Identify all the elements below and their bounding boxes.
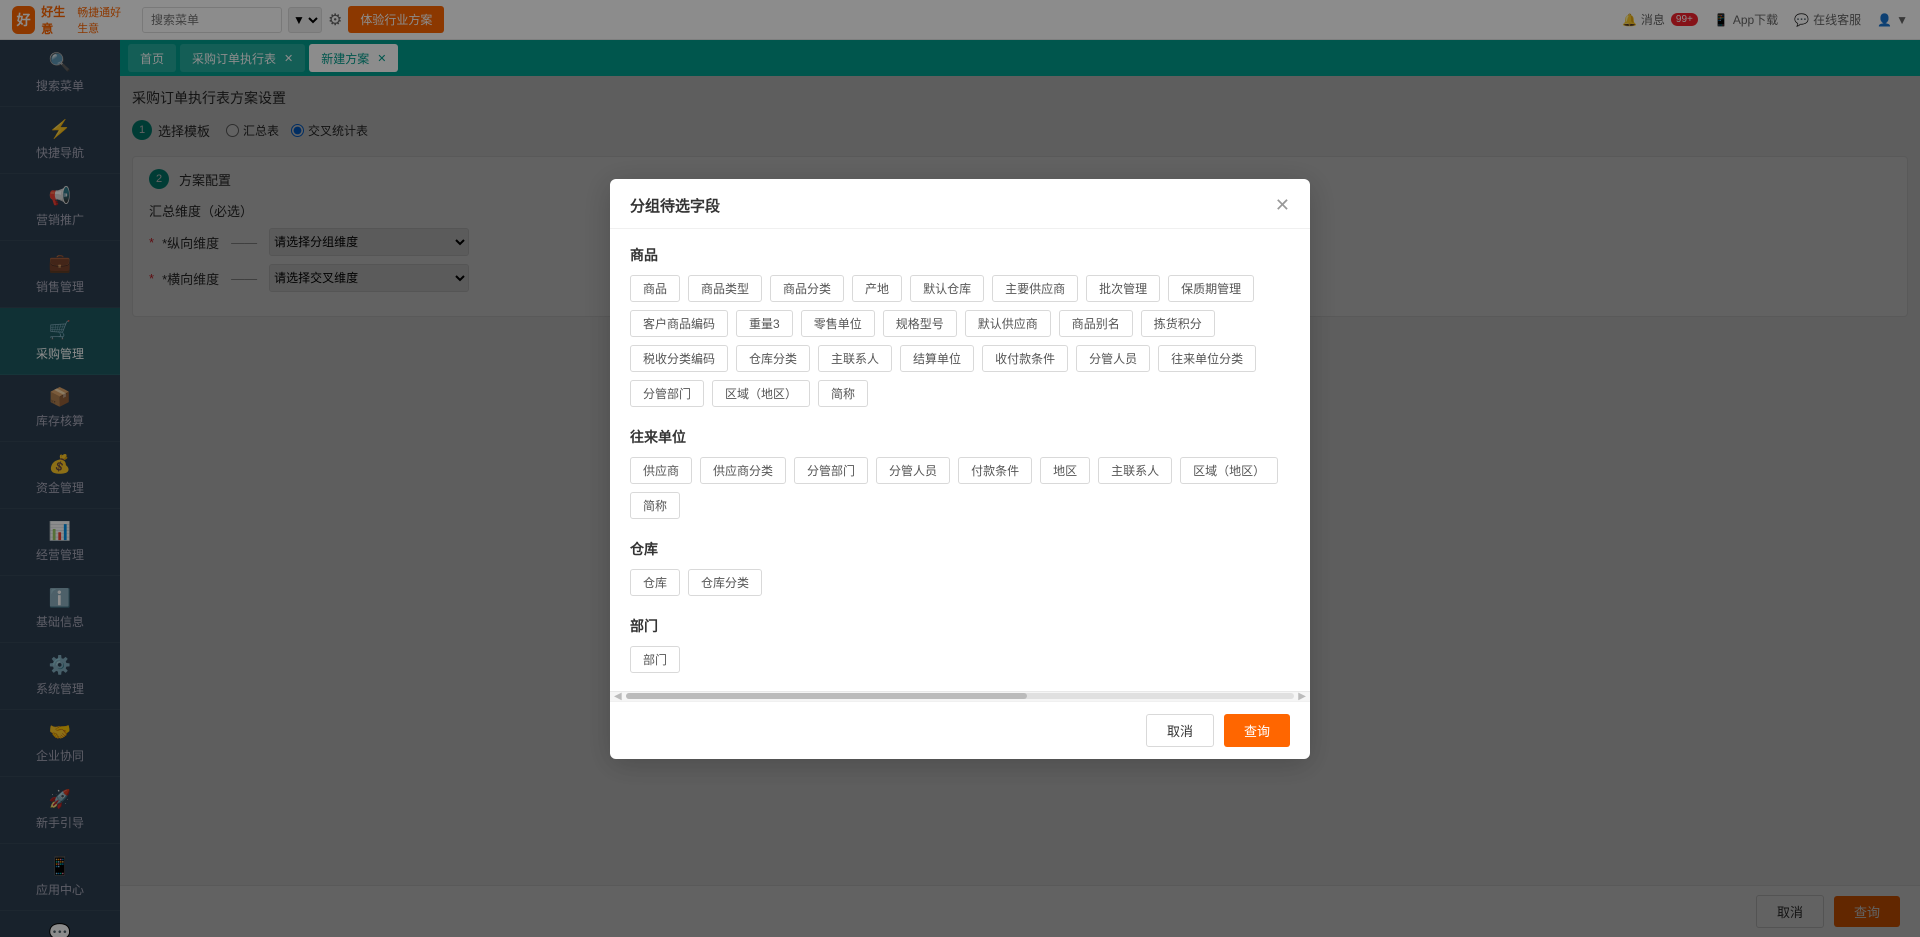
field-chip-0-5[interactable]: 主要供应商 — [992, 275, 1078, 302]
field-chip-0-17[interactable]: 主联系人 — [818, 345, 892, 372]
field-chip-1-1[interactable]: 供应商分类 — [700, 457, 786, 484]
cancel-button[interactable]: 取消 — [1146, 714, 1214, 747]
field-chip-1-5[interactable]: 地区 — [1040, 457, 1090, 484]
modal-body: 商品商品商品类型商品分类产地默认仓库主要供应商批次管理保质期管理客户商品编码重量… — [610, 229, 1310, 691]
field-group-title-0: 商品 — [630, 245, 1290, 265]
field-chip-0-15[interactable]: 税收分类编码 — [630, 345, 728, 372]
field-chips-3: 部门 — [630, 646, 1290, 673]
field-chip-0-19[interactable]: 收付款条件 — [982, 345, 1068, 372]
field-chip-0-9[interactable]: 重量3 — [736, 310, 793, 337]
scrollbar-track — [626, 693, 1295, 699]
field-chip-0-2[interactable]: 商品分类 — [770, 275, 844, 302]
field-chip-0-10[interactable]: 零售单位 — [801, 310, 875, 337]
field-chip-0-1[interactable]: 商品类型 — [688, 275, 762, 302]
field-chip-0-4[interactable]: 默认仓库 — [910, 275, 984, 302]
field-chip-0-0[interactable]: 商品 — [630, 275, 680, 302]
modal-header: 分组待选字段 ✕ — [610, 179, 1310, 229]
field-chip-0-16[interactable]: 仓库分类 — [736, 345, 810, 372]
field-chip-0-11[interactable]: 规格型号 — [883, 310, 957, 337]
field-chip-1-6[interactable]: 主联系人 — [1098, 457, 1172, 484]
field-chip-0-20[interactable]: 分管人员 — [1076, 345, 1150, 372]
field-group-1: 往来单位供应商供应商分类分管部门分管人员付款条件地区主联系人区域（地区） 简称 — [630, 427, 1290, 519]
field-group-0: 商品商品商品类型商品分类产地默认仓库主要供应商批次管理保质期管理客户商品编码重量… — [630, 245, 1290, 407]
modal-footer: 取消 查询 — [610, 701, 1310, 759]
field-group-title-3: 部门 — [630, 616, 1290, 636]
field-chip-0-3[interactable]: 产地 — [852, 275, 902, 302]
modal-title: 分组待选字段 — [630, 195, 720, 216]
field-chip-1-2[interactable]: 分管部门 — [794, 457, 868, 484]
field-chip-1-7[interactable]: 区域（地区） — [1180, 457, 1278, 484]
field-chip-0-24[interactable]: 简称 — [818, 380, 868, 407]
field-chip-1-0[interactable]: 供应商 — [630, 457, 692, 484]
field-chip-0-18[interactable]: 结算单位 — [900, 345, 974, 372]
field-group-2: 仓库仓库仓库分类 — [630, 539, 1290, 596]
confirm-button[interactable]: 查询 — [1224, 714, 1290, 747]
field-group-3: 部门部门 — [630, 616, 1290, 673]
field-group-title-2: 仓库 — [630, 539, 1290, 559]
field-chip-1-8[interactable]: 简称 — [630, 492, 680, 519]
field-chip-0-21[interactable]: 往来单位分类 — [1158, 345, 1256, 372]
field-chip-0-8[interactable]: 客户商品编码 — [630, 310, 728, 337]
field-chip-3-0[interactable]: 部门 — [630, 646, 680, 673]
modal-close-button[interactable]: ✕ — [1275, 195, 1290, 216]
field-chip-0-14[interactable]: 拣货积分 — [1141, 310, 1215, 337]
modal-overlay: 分组待选字段 ✕ 商品商品商品类型商品分类产地默认仓库主要供应商批次管理保质期管… — [0, 0, 1920, 937]
scrollbar-thumb — [626, 693, 1027, 699]
modal-scrollbar: ◀ ▶ — [610, 691, 1310, 701]
field-chip-1-4[interactable]: 付款条件 — [958, 457, 1032, 484]
field-chip-0-7[interactable]: 保质期管理 — [1168, 275, 1254, 302]
field-group-title-1: 往来单位 — [630, 427, 1290, 447]
field-chips-0: 商品商品类型商品分类产地默认仓库主要供应商批次管理保质期管理客户商品编码重量3 零… — [630, 275, 1290, 407]
field-chip-1-3[interactable]: 分管人员 — [876, 457, 950, 484]
field-select-modal: 分组待选字段 ✕ 商品商品商品类型商品分类产地默认仓库主要供应商批次管理保质期管… — [610, 179, 1310, 759]
field-chip-2-0[interactable]: 仓库 — [630, 569, 680, 596]
field-chip-0-13[interactable]: 商品别名 — [1059, 310, 1133, 337]
field-chip-2-1[interactable]: 仓库分类 — [688, 569, 762, 596]
field-chips-2: 仓库仓库分类 — [630, 569, 1290, 596]
field-chip-0-22[interactable]: 分管部门 — [630, 380, 704, 407]
field-chips-1: 供应商供应商分类分管部门分管人员付款条件地区主联系人区域（地区） 简称 — [630, 457, 1290, 519]
field-chip-0-6[interactable]: 批次管理 — [1086, 275, 1160, 302]
field-chip-0-12[interactable]: 默认供应商 — [965, 310, 1051, 337]
field-chip-0-23[interactable]: 区域（地区） — [712, 380, 810, 407]
